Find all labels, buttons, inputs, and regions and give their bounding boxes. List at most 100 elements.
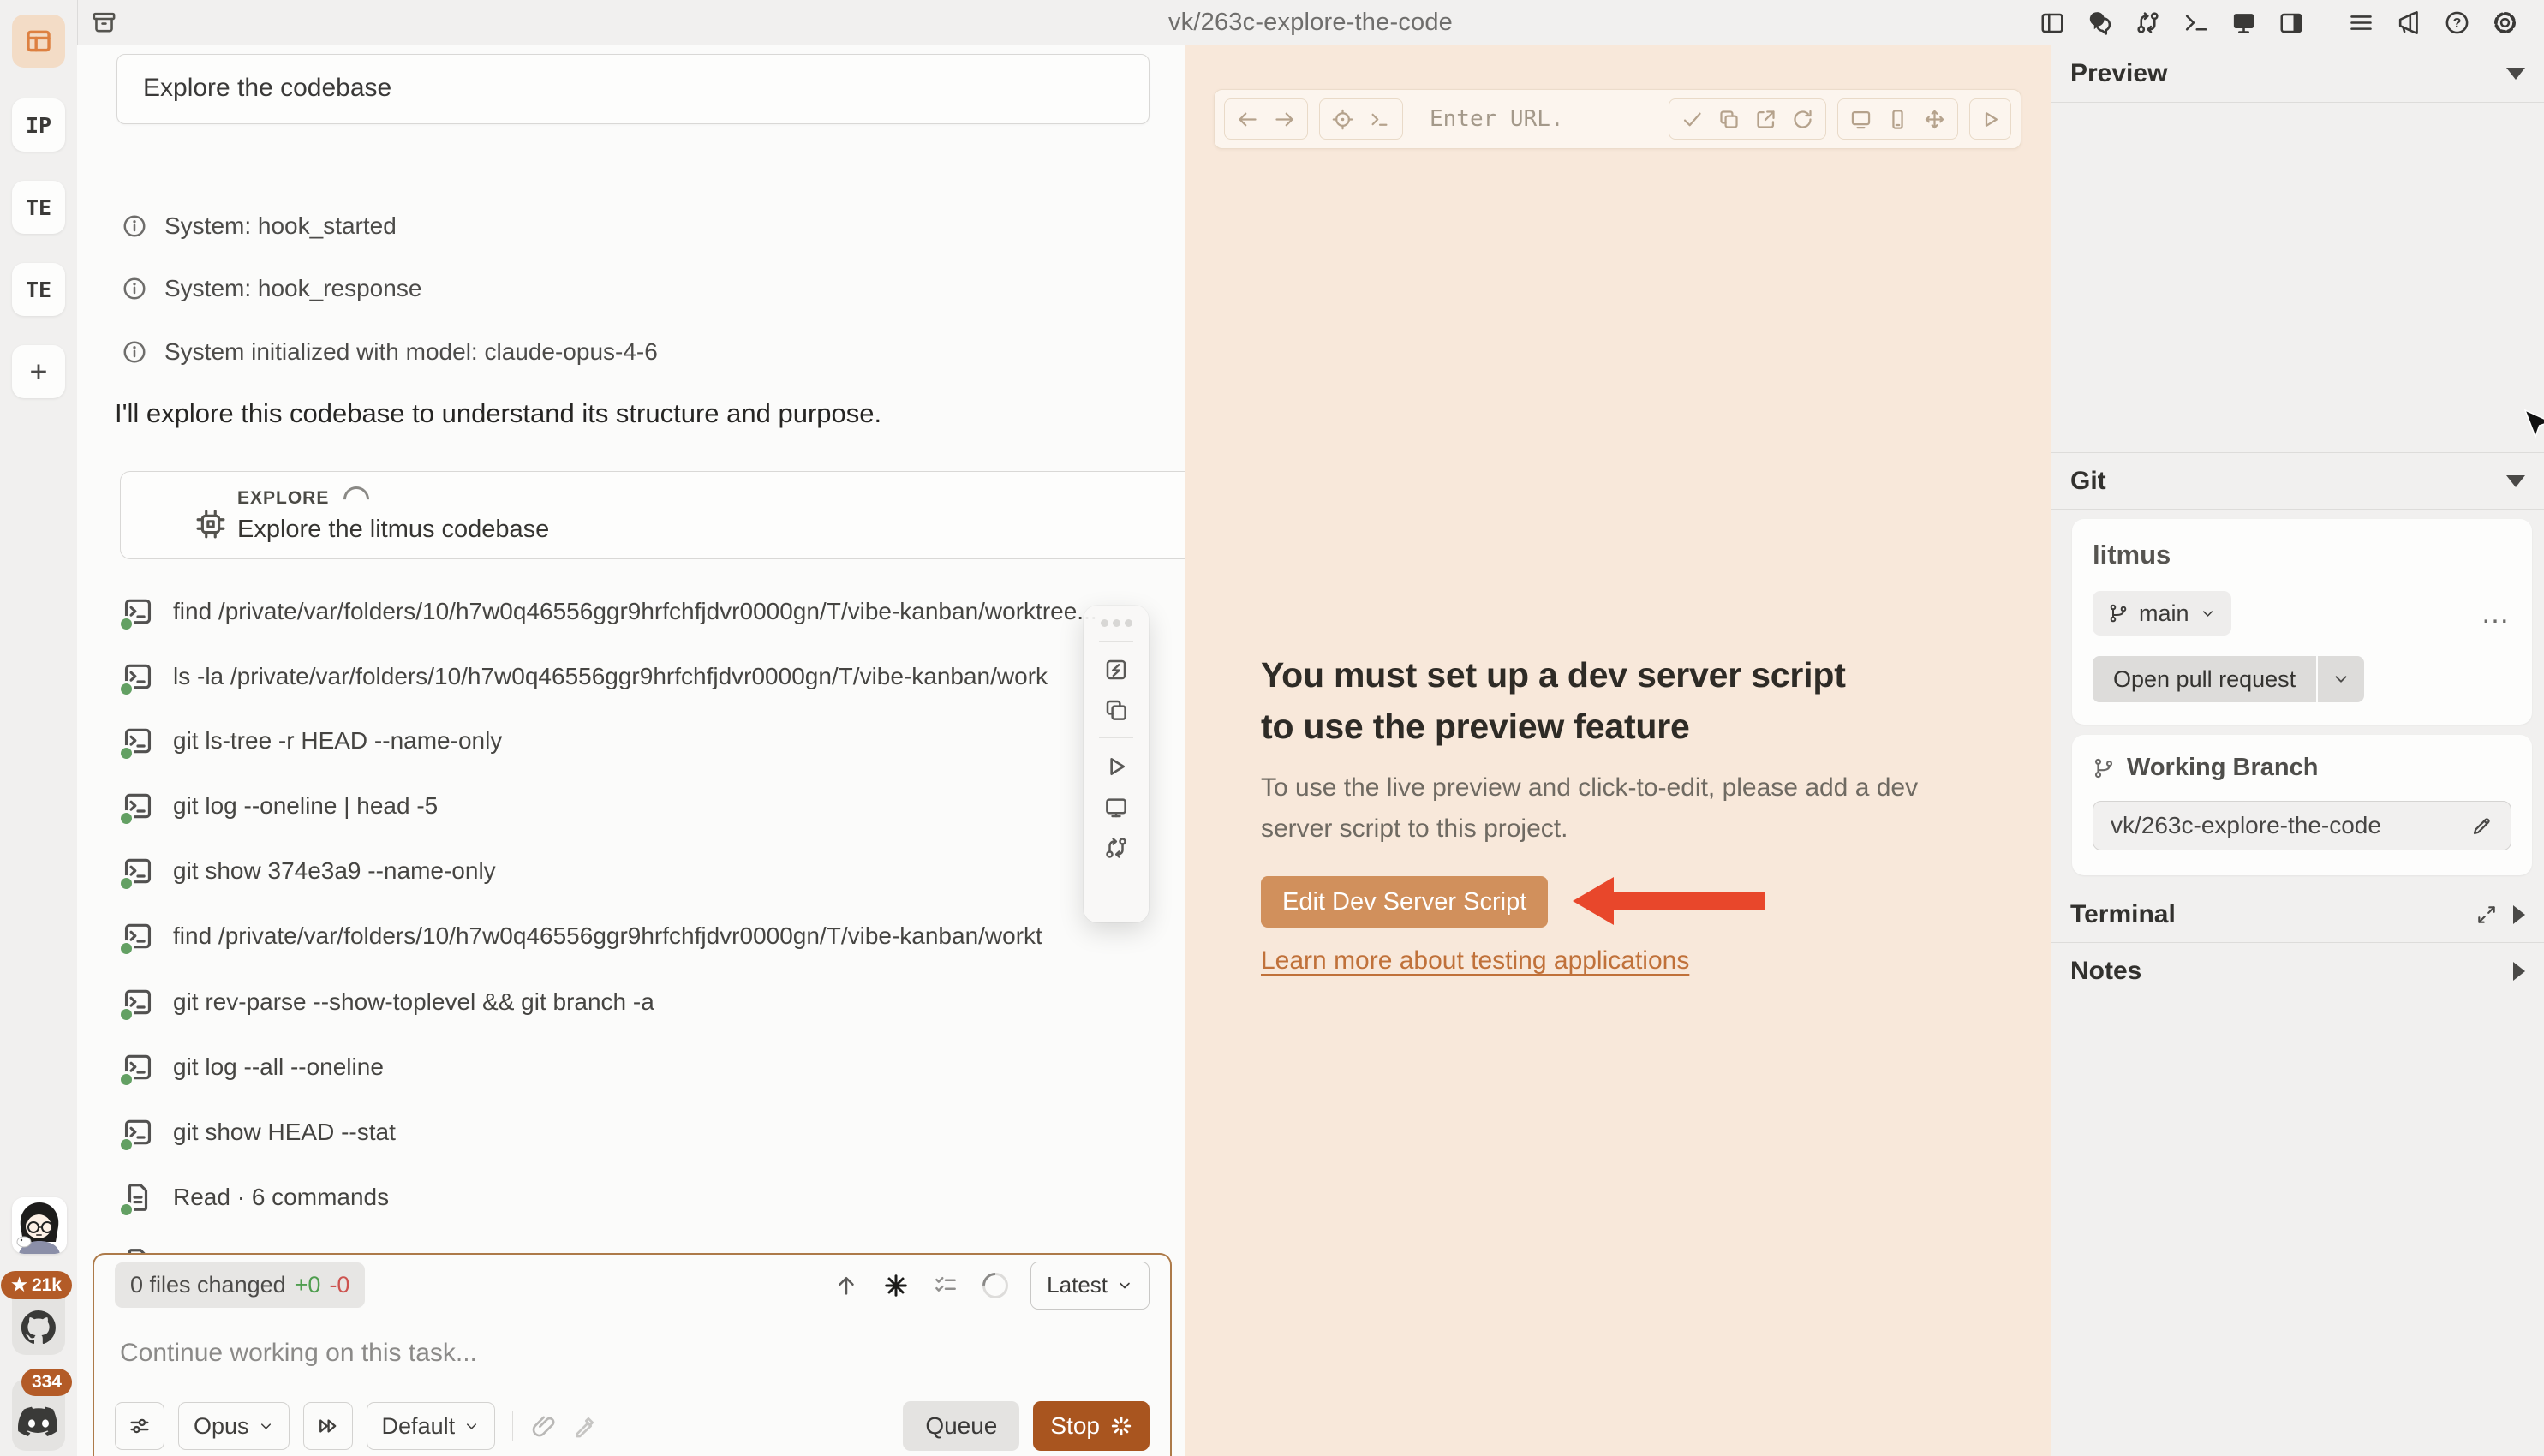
terminal-prompt-icon[interactable]: [1368, 108, 1391, 131]
fast-forward-button[interactable]: [303, 1402, 353, 1450]
burst-icon[interactable]: [883, 1273, 909, 1298]
open-pr-split-button: Open pull request: [2093, 656, 2364, 702]
model-dropdown[interactable]: Opus: [178, 1402, 290, 1450]
expand-icon[interactable]: [2475, 904, 2498, 926]
command-row[interactable]: find /private/var/folders/10/h7w0q46556g…: [122, 588, 1115, 636]
app-window: vk/263c-explore-the-code ? IP TE TE +: [0, 0, 2544, 1456]
screenshot-disabled-icon[interactable]: [1103, 657, 1129, 683]
chat-bubbles-icon[interactable]: [2087, 9, 2113, 36]
external-link-icon[interactable]: [1754, 108, 1777, 131]
svg-text:?: ?: [2453, 15, 2462, 31]
drag-handle[interactable]: [1101, 619, 1132, 627]
forward-icon[interactable]: [1273, 108, 1296, 131]
git-compare-icon[interactable]: [2135, 9, 2161, 36]
message-input[interactable]: [94, 1316, 1170, 1400]
open-pull-request-button[interactable]: Open pull request: [2093, 656, 2316, 702]
command-row[interactable]: git log --all --oneline: [122, 1043, 1115, 1091]
base-branch-dropdown[interactable]: main: [2093, 591, 2231, 636]
menu-icon[interactable]: [2348, 9, 2374, 36]
queue-button[interactable]: Queue: [903, 1401, 1019, 1451]
megaphone-icon[interactable]: [2396, 9, 2422, 36]
attach-file-icon[interactable]: [530, 1412, 558, 1440]
command-row[interactable]: git log --oneline | head -5: [122, 782, 1115, 830]
refresh-icon[interactable]: [1791, 108, 1814, 131]
command-row[interactable]: git show HEAD --stat: [122, 1108, 1115, 1156]
version-dropdown[interactable]: Latest: [1030, 1262, 1150, 1310]
monitor-icon[interactable]: [2230, 9, 2257, 36]
chip-icon: [193, 506, 229, 542]
monitor-icon[interactable]: [1103, 795, 1129, 820]
git-compare-icon[interactable]: [1103, 835, 1129, 861]
chevron-down-icon: [258, 1418, 274, 1435]
success-dot: [118, 616, 134, 632]
gear-icon[interactable]: [2492, 9, 2518, 36]
help-icon[interactable]: ?: [2444, 9, 2470, 36]
edit-pencil-icon[interactable]: [2470, 815, 2493, 838]
copy-icon[interactable]: [1717, 108, 1741, 131]
notes-section-header[interactable]: Notes: [2051, 943, 2544, 1000]
stop-button[interactable]: Stop: [1033, 1401, 1150, 1451]
command-row[interactable]: git show 374e3a9 --name-only: [122, 847, 1115, 895]
command-row[interactable]: git ls-tree -r HEAD --name-only: [122, 717, 1115, 765]
repo-name: litmus: [2093, 540, 2511, 570]
pr-options-dropdown[interactable]: [2318, 656, 2364, 702]
empty-state-body-line1: To use the live preview and click-to-edi…: [1261, 773, 1918, 803]
crosshair-icon[interactable]: [1331, 108, 1354, 131]
check-icon[interactable]: [1681, 108, 1704, 131]
discord-icon: [16, 1405, 61, 1441]
mouse-cursor: [2523, 409, 2544, 445]
rail-item-active-board[interactable]: [12, 15, 65, 68]
working-branch-label: Working Branch: [2127, 754, 2318, 782]
signature-icon[interactable]: [571, 1412, 599, 1440]
empty-state-body-line2: server script to this project.: [1261, 815, 1568, 844]
settings-sliders-button[interactable]: [115, 1402, 164, 1450]
github-link[interactable]: ★ 21k: [12, 1281, 65, 1355]
rail-item-ip[interactable]: IP: [12, 98, 65, 152]
checklist-icon[interactable]: [933, 1273, 958, 1298]
move-icon[interactable]: [1923, 108, 1946, 131]
scroll-to-top-icon[interactable]: [833, 1273, 859, 1298]
rail-item-te-1[interactable]: TE: [12, 181, 65, 234]
terminal-command-icon: [122, 855, 154, 887]
spinner-burst-icon: [1110, 1415, 1132, 1437]
files-changed-chip[interactable]: 0 files changed +0 -0: [115, 1262, 365, 1308]
learn-more-link[interactable]: Learn more about testing applications: [1261, 946, 1689, 976]
user-avatar[interactable]: [12, 1197, 67, 1254]
discord-link[interactable]: 334: [12, 1379, 65, 1451]
locate-group: [1319, 98, 1403, 140]
additions-count: +0: [295, 1272, 321, 1298]
command-row[interactable]: ls -la /private/var/folders/10/h7w0q4655…: [122, 653, 1115, 701]
chevron-right-icon: [2513, 905, 2525, 924]
rail-item-te-2[interactable]: TE: [12, 263, 65, 316]
terminal-section-header[interactable]: Terminal: [2051, 886, 2544, 943]
back-icon[interactable]: [1236, 108, 1259, 131]
explore-tool-card[interactable]: EXPLORE Explore the litmus codebase: [120, 471, 1227, 559]
command-row[interactable]: git rev-parse --show-toplevel && git bra…: [122, 978, 1115, 1026]
chevron-down-icon: [2200, 606, 2216, 622]
copy-icon[interactable]: [1103, 697, 1129, 723]
rail-add-project-button[interactable]: +: [12, 345, 65, 398]
preview-section-header[interactable]: Preview: [2051, 45, 2544, 103]
read-row[interactable]: Read · 6 commands: [122, 1173, 1115, 1221]
play-icon[interactable]: [1102, 753, 1130, 780]
edit-dev-server-script-button[interactable]: Edit Dev Server Script: [1261, 876, 1548, 928]
mobile-icon[interactable]: [1886, 108, 1909, 131]
task-title-card[interactable]: Explore the codebase: [116, 54, 1150, 124]
chevron-down-icon: [2506, 68, 2525, 80]
star-icon: ★: [11, 1274, 27, 1296]
tool-description: Explore the litmus codebase: [237, 516, 549, 544]
play-icon[interactable]: [1979, 108, 2002, 131]
composer-input-wrap: [94, 1316, 1170, 1400]
more-options-button[interactable]: …: [2481, 605, 2511, 622]
git-section-header[interactable]: Git: [2051, 452, 2544, 510]
command-row[interactable]: find /private/var/folders/10/h7w0q46556g…: [122, 912, 1115, 960]
profile-dropdown[interactable]: Default: [367, 1402, 496, 1450]
panel-left-icon[interactable]: [2039, 10, 2065, 36]
rail-item-label: TE: [26, 277, 51, 302]
archive-icon[interactable]: [91, 9, 117, 36]
terminal-icon[interactable]: [2183, 9, 2209, 36]
working-branch-field[interactable]: vk/263c-explore-the-code: [2093, 801, 2511, 850]
desktop-icon[interactable]: [1849, 108, 1872, 131]
url-input[interactable]: [1414, 106, 1688, 132]
panel-right-icon[interactable]: [2278, 10, 2304, 36]
